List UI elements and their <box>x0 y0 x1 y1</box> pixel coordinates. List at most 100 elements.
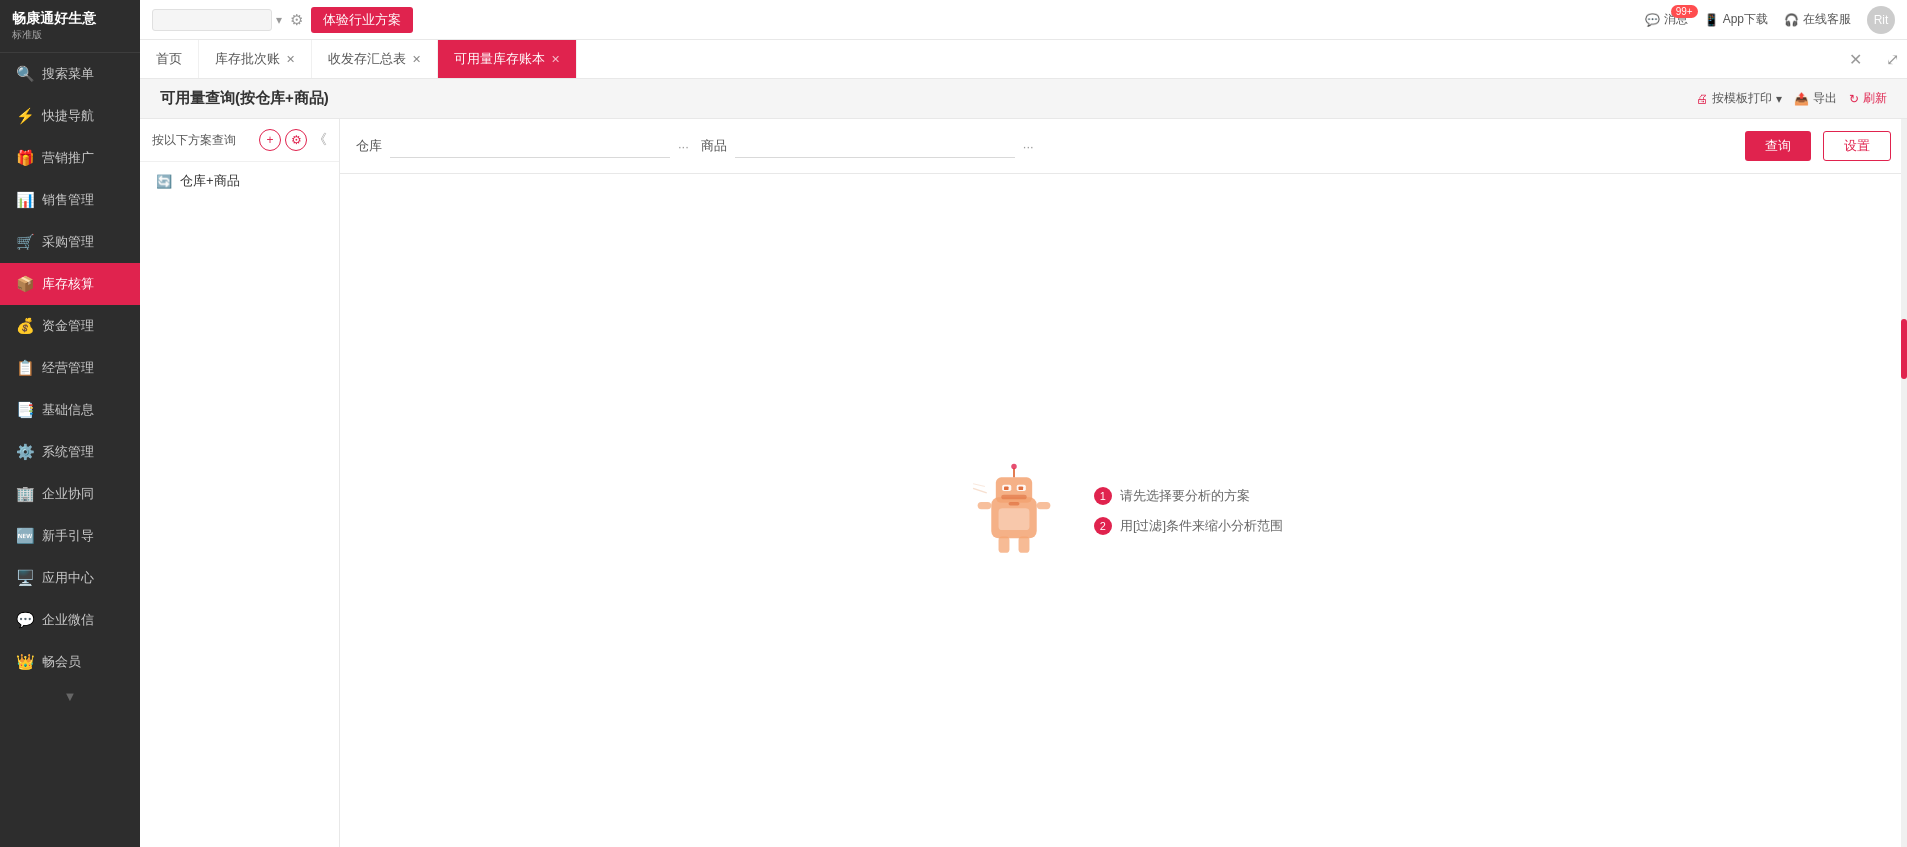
query-button[interactable]: 查询 <box>1745 131 1811 161</box>
tab-available-qty[interactable]: 可用量库存账本 ✕ <box>438 40 577 78</box>
sidebar-item-label: 企业协同 <box>42 485 94 503</box>
topbar-right: 💬 消息 99+ 📱 App下载 🎧 在线客服 Rit <box>1645 6 1895 34</box>
warehouse-label: 仓库 <box>356 137 382 155</box>
product-input[interactable] <box>735 134 1015 158</box>
filter-panel: 按以下方案查询 + ⚙ 《 🔄 仓库+商品 <box>140 119 340 847</box>
sidebar-logo: 畅康通好生意 标准版 <box>0 0 140 53</box>
chevron-down-icon[interactable]: ▾ <box>276 13 282 27</box>
app-download-button[interactable]: 📱 App下载 <box>1704 11 1768 28</box>
message-button[interactable]: 💬 消息 99+ <box>1645 11 1688 28</box>
tip-text-1: 请先选择要分析的方案 <box>1120 487 1250 505</box>
scrollbar-thumb[interactable] <box>1901 319 1907 379</box>
filter-add-button[interactable]: + <box>259 129 281 151</box>
empty-illustration <box>964 461 1064 561</box>
svg-rect-4 <box>1004 486 1009 490</box>
sidebar-item-label: 营销推广 <box>42 149 94 167</box>
tab-deposit-summary[interactable]: 收发存汇总表 ✕ <box>312 40 438 78</box>
svg-rect-10 <box>978 501 992 508</box>
headset-icon: 🎧 <box>1784 13 1799 27</box>
avatar: Rit <box>1867 6 1895 34</box>
filter-settings-button[interactable]: ⚙ <box>285 129 307 151</box>
svg-point-8 <box>1011 463 1016 468</box>
crown-icon: 👑 <box>16 653 34 671</box>
sidebar-item-operations[interactable]: 📋 经营管理 <box>0 347 140 389</box>
phone-icon: 📱 <box>1704 13 1719 27</box>
filter-action-icons: + ⚙ <box>259 129 307 151</box>
print-chevron-icon[interactable]: ▾ <box>1776 92 1782 106</box>
online-service-button[interactable]: 🎧 在线客服 <box>1784 11 1851 28</box>
logo-sub: 标准版 <box>12 28 128 42</box>
sidebar-item-label: 企业微信 <box>42 611 94 629</box>
svg-rect-13 <box>1018 536 1029 552</box>
main-content: ▾ ⚙ 体验行业方案 💬 消息 99+ 📱 App下载 🎧 在线客服 Rit <box>140 0 1907 847</box>
sidebar-item-newuser[interactable]: 🆕 新手引导 <box>0 515 140 557</box>
filter-panel-title: 按以下方案查询 <box>152 132 236 149</box>
svg-rect-6 <box>1008 501 1019 505</box>
export-icon: 📤 <box>1794 92 1809 106</box>
doc-icon: 📋 <box>16 359 34 377</box>
sidebar-item-system[interactable]: ⚙️ 系统管理 <box>0 431 140 473</box>
svg-rect-11 <box>1037 501 1051 508</box>
tab-close-icon[interactable]: ✕ <box>412 54 421 65</box>
sidebar-item-apps[interactable]: 🖥️ 应用中心 <box>0 557 140 599</box>
tab-close-icon[interactable]: ✕ <box>286 54 295 65</box>
sidebar-item-label: 搜索菜单 <box>42 65 94 83</box>
industry-solution-button[interactable]: 体验行业方案 <box>311 7 413 33</box>
settings-icon[interactable]: ⚙ <box>290 11 303 29</box>
content-area: 按以下方案查询 + ⚙ 《 🔄 仓库+商品 仓库 ··· <box>140 119 1907 847</box>
sidebar-item-marketing[interactable]: 🎁 营销推广 <box>0 137 140 179</box>
topbar: ▾ ⚙ 体验行业方案 💬 消息 99+ 📱 App下载 🎧 在线客服 Rit <box>140 0 1907 40</box>
gear-icon: ⚙️ <box>16 443 34 461</box>
gift-icon: 🎁 <box>16 149 34 167</box>
export-button[interactable]: 📤 导出 <box>1794 90 1837 107</box>
tab-bar: 首页 库存批次账 ✕ 收发存汇总表 ✕ 可用量库存账本 ✕ ✕ ⤢ <box>140 40 1907 79</box>
flash-icon: ⚡ <box>16 107 34 125</box>
tip-number-2: 2 <box>1094 517 1112 535</box>
page-title: 可用量查询(按仓库+商品) <box>160 89 329 108</box>
svg-rect-14 <box>998 508 1029 530</box>
sidebar-item-label: 新手引导 <box>42 527 94 545</box>
tab-home[interactable]: 首页 <box>140 40 199 78</box>
tab-close-icon[interactable]: ✕ <box>551 54 560 65</box>
robot-svg <box>964 461 1064 561</box>
scrollbar[interactable] <box>1901 119 1907 847</box>
logo-title: 畅康通好生意 <box>12 10 128 28</box>
sidebar-item-label: 销售管理 <box>42 191 94 209</box>
search-input[interactable] <box>152 9 272 31</box>
search-icon: 🔍 <box>16 65 34 83</box>
filter-item-warehouse-product[interactable]: 🔄 仓库+商品 <box>140 162 339 200</box>
svg-line-16 <box>973 483 985 486</box>
sidebar-scroll: 🔍 搜索菜单 ⚡ 快捷导航 🎁 营销推广 📊 销售管理 🛒 采购管理 📦 库存核… <box>0 53 140 847</box>
filter-item-icon: 🔄 <box>156 174 172 189</box>
sidebar-item-quick-nav[interactable]: ⚡ 快捷导航 <box>0 95 140 137</box>
warehouse-more-icon[interactable]: ··· <box>678 139 689 154</box>
warehouse-input[interactable] <box>390 134 670 158</box>
close-tab-button[interactable]: ✕ <box>1841 50 1870 69</box>
sidebar-item-sales[interactable]: 📊 销售管理 <box>0 179 140 221</box>
tab-available-qty-label: 可用量库存账本 <box>454 50 545 68</box>
sidebar-item-enterprise[interactable]: 🏢 企业协同 <box>0 473 140 515</box>
user-avatar[interactable]: Rit <box>1867 6 1895 34</box>
sidebar-item-member[interactable]: 👑 畅会员 <box>0 641 140 683</box>
sidebar-item-inventory[interactable]: 📦 库存核算 <box>0 263 140 305</box>
product-more-icon[interactable]: ··· <box>1023 139 1034 154</box>
box-icon: 📦 <box>16 275 34 293</box>
money-icon: 💰 <box>16 317 34 335</box>
sidebar-item-wechat[interactable]: 💬 企业微信 <box>0 599 140 641</box>
topbar-search: ▾ <box>152 9 282 31</box>
setting-button[interactable]: 设置 <box>1823 131 1891 161</box>
sidebar-item-base[interactable]: 📑 基础信息 <box>0 389 140 431</box>
online-service-label: 在线客服 <box>1803 11 1851 28</box>
sidebar-item-search[interactable]: 🔍 搜索菜单 <box>0 53 140 95</box>
tip-text-2: 用[过滤]条件来缩小分析范围 <box>1120 517 1283 535</box>
refresh-button[interactable]: ↻ 刷新 <box>1849 90 1887 107</box>
sidebar-scroll-down[interactable]: ▼ <box>0 683 140 710</box>
print-button[interactable]: 🖨 按模板打印 ▾ <box>1696 90 1782 107</box>
sidebar-item-finance[interactable]: 💰 资金管理 <box>0 305 140 347</box>
filter-collapse-icon[interactable]: 《 <box>313 131 327 149</box>
sidebar-item-label: 资金管理 <box>42 317 94 335</box>
building-icon: 🏢 <box>16 485 34 503</box>
expand-tabs-button[interactable]: ⤢ <box>1878 50 1907 69</box>
sidebar-item-purchase[interactable]: 🛒 采购管理 <box>0 221 140 263</box>
tab-batch-account[interactable]: 库存批次账 ✕ <box>199 40 312 78</box>
